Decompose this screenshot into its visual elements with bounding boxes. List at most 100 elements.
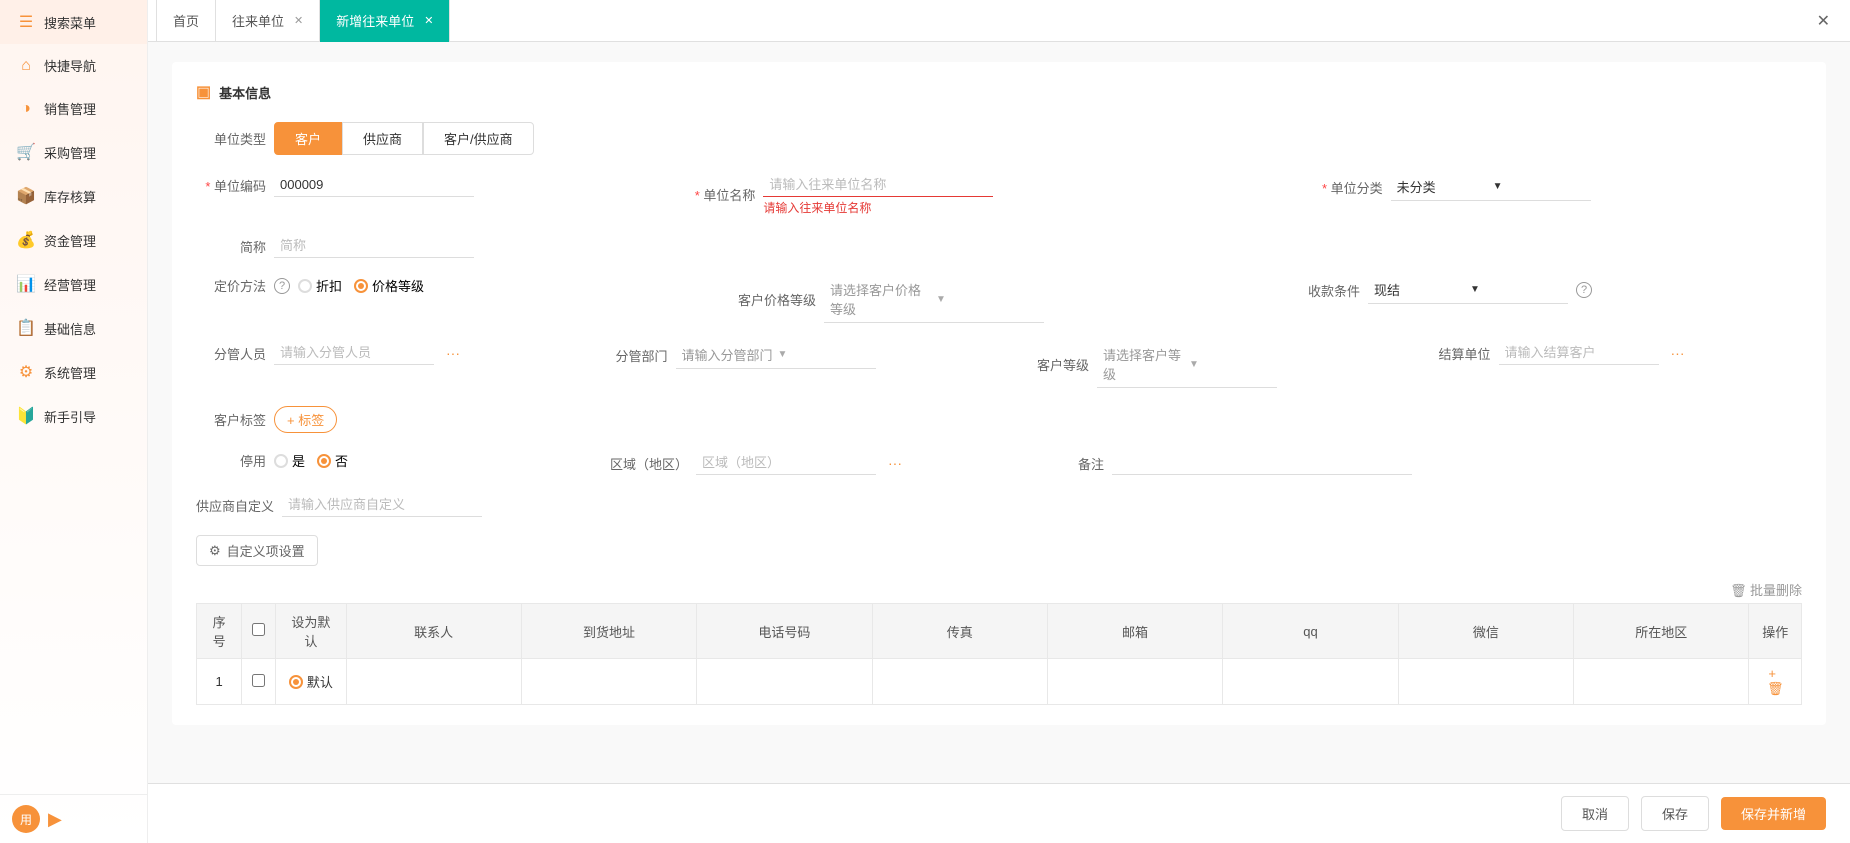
tab-partner-list[interactable]: 往来单位 ✕ [216, 0, 320, 42]
fax-input[interactable] [883, 674, 1037, 689]
email-input[interactable] [1058, 674, 1212, 689]
col-address: 到货地址 [521, 604, 696, 659]
section-icon: ▣ [196, 82, 211, 102]
unit-type-row: 单位类型 客户 供应商 客户/供应商 [196, 122, 1802, 155]
select-all-checkbox[interactable] [252, 623, 265, 636]
main-area: 首页 往来单位 ✕ 新增往来单位 ✕ ✕ ▣ 基本信息 单位类型 客户 [148, 0, 1850, 843]
customer-price-level-select[interactable]: 请选择客户价格等级 ▼ [824, 276, 1044, 323]
unit-name-field: 单位名称 请输入往来单位名称 [685, 173, 1272, 216]
remark-input[interactable] [1112, 451, 1412, 475]
unit-type-label: 单位类型 [196, 129, 266, 148]
custom-settings-button[interactable]: ⚙ 自定义项设置 [196, 535, 318, 566]
address-input[interactable] [532, 674, 686, 689]
save-new-button[interactable]: 保存并新增 [1721, 797, 1826, 830]
col-check [242, 604, 276, 659]
unit-btn-customer[interactable]: 客户 [274, 122, 342, 155]
bulk-delete-label[interactable]: 批量删除 [1750, 583, 1802, 598]
sidebar-item-purchase[interactable]: 🛒 采购管理 [0, 130, 147, 174]
save-button[interactable]: 保存 [1641, 796, 1709, 831]
sidebar-expand-icon[interactable]: ▶ [48, 809, 62, 830]
wechat-input[interactable] [1409, 674, 1563, 689]
beginner-icon: 🔰 [16, 406, 36, 426]
unit-code-label: 单位编码 [196, 176, 266, 195]
unit-btn-both[interactable]: 客户/供应商 [423, 122, 534, 155]
row-qq [1223, 659, 1399, 705]
region-field: 区域（地区） ··· [610, 451, 994, 475]
radio-yes[interactable]: 是 [274, 451, 305, 470]
region-input[interactable] [696, 451, 876, 475]
sidebar-item-finance[interactable]: 💰 资金管理 [0, 218, 147, 262]
section-title: ▣ 基本信息 [196, 82, 1802, 102]
short-name-input[interactable] [274, 234, 474, 258]
sidebar-item-search[interactable]: ☰ 搜索菜单 [0, 0, 147, 44]
customer-price-level-label: 客户价格等级 [738, 290, 816, 309]
operations-icon: 📊 [16, 274, 36, 294]
col-action: 操作 [1749, 604, 1802, 659]
unit-name-input[interactable] [763, 173, 993, 197]
payment-help-icon[interactable]: ? [1576, 282, 1592, 298]
unit-category-chevron: ▼ [1493, 181, 1585, 192]
unit-category-label: 单位分类 [1313, 178, 1383, 197]
unit-type-field: 单位类型 客户 供应商 客户/供应商 [196, 122, 1802, 155]
department-select[interactable]: 请输入分管部门 ▼ [676, 341, 876, 369]
department-label: 分管部门 [598, 346, 668, 365]
payment-terms-select[interactable]: 现结 ▼ [1368, 276, 1568, 304]
row-region-input[interactable] [1584, 674, 1738, 689]
radio-price-level[interactable]: 价格等级 [354, 276, 424, 295]
settlement-more-btn[interactable]: ··· [1667, 345, 1689, 361]
cancel-button[interactable]: 取消 [1561, 796, 1629, 831]
payment-terms-label: 收款条件 [1290, 281, 1360, 300]
customer-level-chevron: ▼ [1189, 359, 1271, 370]
radio-no[interactable]: 否 [317, 451, 348, 470]
unit-code-field: 单位编码 [196, 173, 685, 197]
supplier-custom-row: 供应商自定义 [196, 493, 1802, 517]
customer-level-select[interactable]: 请选择客户等级 ▼ [1097, 341, 1277, 388]
unit-code-input[interactable] [274, 173, 474, 197]
contact-table: 序号 设为默认 联系人 到货地址 电话号码 传真 邮箱 qq 微信 所在地区 操… [196, 603, 1802, 705]
unit-category-select[interactable]: 未分类 ▼ [1391, 173, 1591, 201]
unit-type-group: 客户 供应商 客户/供应商 [274, 122, 534, 155]
manager-more-btn[interactable]: ··· [442, 345, 464, 361]
table-row: 1 默认 [197, 659, 1802, 705]
manager-field: 分管人员 ··· [196, 341, 578, 365]
tab-add-partner-close[interactable]: ✕ [424, 14, 433, 27]
row-checkbox[interactable] [252, 674, 265, 687]
unit-btn-supplier[interactable]: 供应商 [342, 122, 423, 155]
row-delete-btn[interactable]: 🗑 [1767, 681, 1784, 696]
phone-input[interactable] [707, 674, 861, 689]
radio-price-level-circle [354, 279, 368, 293]
sidebar-item-system[interactable]: ⚙ 系统管理 [0, 350, 147, 394]
supplier-custom-input[interactable] [282, 493, 482, 517]
sidebar-item-beginner[interactable]: 🔰 新手引导 [0, 394, 147, 438]
settlement-unit-label: 结算单位 [1421, 344, 1491, 363]
code-name-category-row: 单位编码 单位名称 请输入往来单位名称 单位分类 [196, 173, 1802, 216]
short-name-label: 简称 [196, 237, 266, 256]
region-more-btn[interactable]: ··· [884, 455, 906, 471]
row-check [242, 659, 276, 705]
disabled-label: 停用 [196, 451, 266, 470]
sidebar-item-operations[interactable]: 📊 经营管理 [0, 262, 147, 306]
tab-bar-close-all[interactable]: ✕ [1805, 11, 1842, 31]
col-index: 序号 [197, 604, 242, 659]
add-tag-btn[interactable]: + 标签 [274, 406, 337, 433]
radio-discount[interactable]: 折扣 [298, 276, 342, 295]
contact-input[interactable] [357, 674, 511, 689]
manager-input[interactable] [274, 341, 434, 365]
sidebar: ☰ 搜索菜单 ⌂ 快捷导航 ◑ 销售管理 🛒 采购管理 📦 库存核算 💰 资金管… [0, 0, 148, 843]
sidebar-item-quick-nav[interactable]: ⌂ 快捷导航 [0, 44, 147, 87]
disabled-radio-group: 是 否 [274, 451, 348, 470]
unit-name-label: 单位名称 [685, 185, 755, 204]
qq-input[interactable] [1233, 674, 1388, 689]
tab-partner-list-close[interactable]: ✕ [294, 14, 303, 27]
row-add-btn[interactable]: + [1768, 666, 1776, 681]
tab-home[interactable]: 首页 [156, 0, 216, 42]
sidebar-item-inventory[interactable]: 📦 库存核算 [0, 174, 147, 218]
tab-add-partner[interactable]: 新增往来单位 ✕ [320, 0, 450, 42]
sidebar-item-basic-info[interactable]: 📋 基础信息 [0, 306, 147, 350]
customer-tag-field: 客户标签 + 标签 [196, 406, 1802, 433]
radio-no-circle [317, 454, 331, 468]
settlement-unit-input[interactable] [1499, 341, 1659, 365]
sidebar-item-sales[interactable]: ◑ 销售管理 [0, 87, 147, 130]
pricing-help-icon[interactable]: ? [274, 278, 290, 294]
row-default: 默认 [276, 659, 346, 705]
